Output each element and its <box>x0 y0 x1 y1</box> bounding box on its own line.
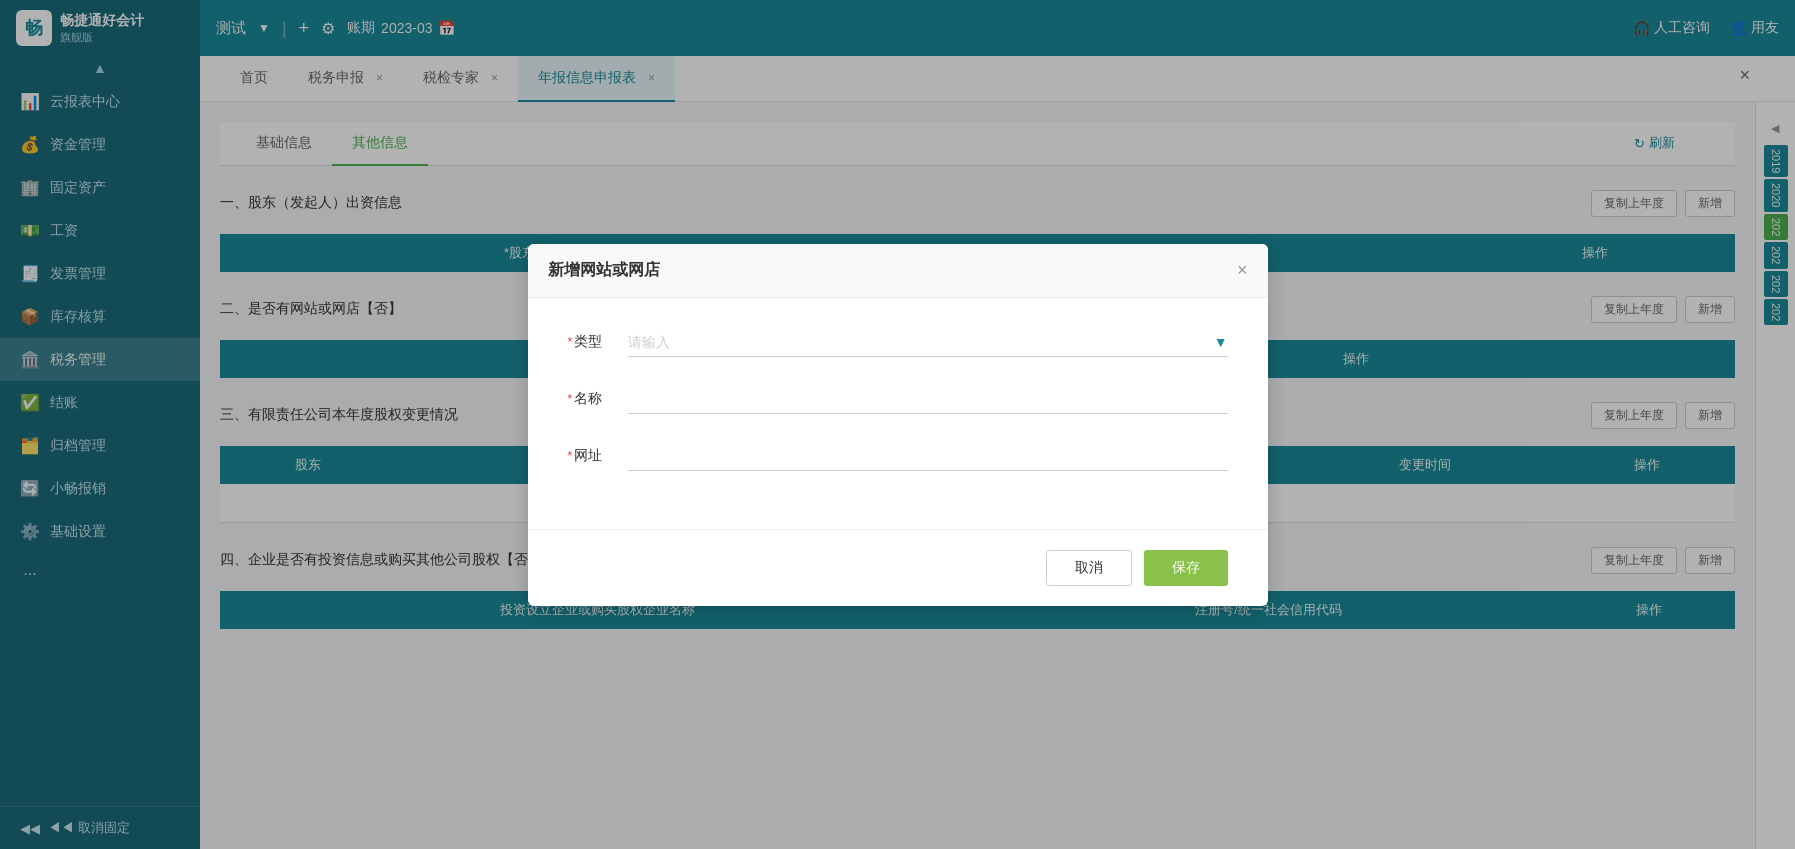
dialog-close-button[interactable]: × <box>1237 260 1248 281</box>
dialog-body: * 类型 ▼ * 名称 * <box>528 298 1268 529</box>
form-row-type: * 类型 ▼ <box>568 328 1228 357</box>
type-input[interactable] <box>628 328 1228 357</box>
dialog-overlay: 新增网站或网店 × * 类型 ▼ * 名称 <box>0 0 1795 849</box>
type-label: * 类型 <box>568 333 628 351</box>
cancel-button[interactable]: 取消 <box>1046 550 1132 586</box>
form-row-name: * 名称 <box>568 385 1228 414</box>
type-input-wrap: ▼ <box>628 328 1228 357</box>
name-label: * 名称 <box>568 390 628 408</box>
type-dropdown-icon[interactable]: ▼ <box>1214 334 1228 350</box>
dialog-header: 新增网站或网店 × <box>528 244 1268 298</box>
dialog-title: 新增网站或网店 <box>548 260 660 281</box>
name-input[interactable] <box>628 385 1228 414</box>
url-required-mark: * <box>568 449 573 463</box>
add-website-dialog: 新增网站或网店 × * 类型 ▼ * 名称 <box>528 244 1268 606</box>
url-input-wrap <box>628 442 1228 471</box>
type-required-mark: * <box>568 335 573 349</box>
url-input[interactable] <box>628 442 1228 471</box>
url-label: * 网址 <box>568 447 628 465</box>
form-row-url: * 网址 <box>568 442 1228 471</box>
name-required-mark: * <box>568 392 573 406</box>
dialog-footer: 取消 保存 <box>528 529 1268 606</box>
name-input-wrap <box>628 385 1228 414</box>
save-button[interactable]: 保存 <box>1144 550 1228 586</box>
